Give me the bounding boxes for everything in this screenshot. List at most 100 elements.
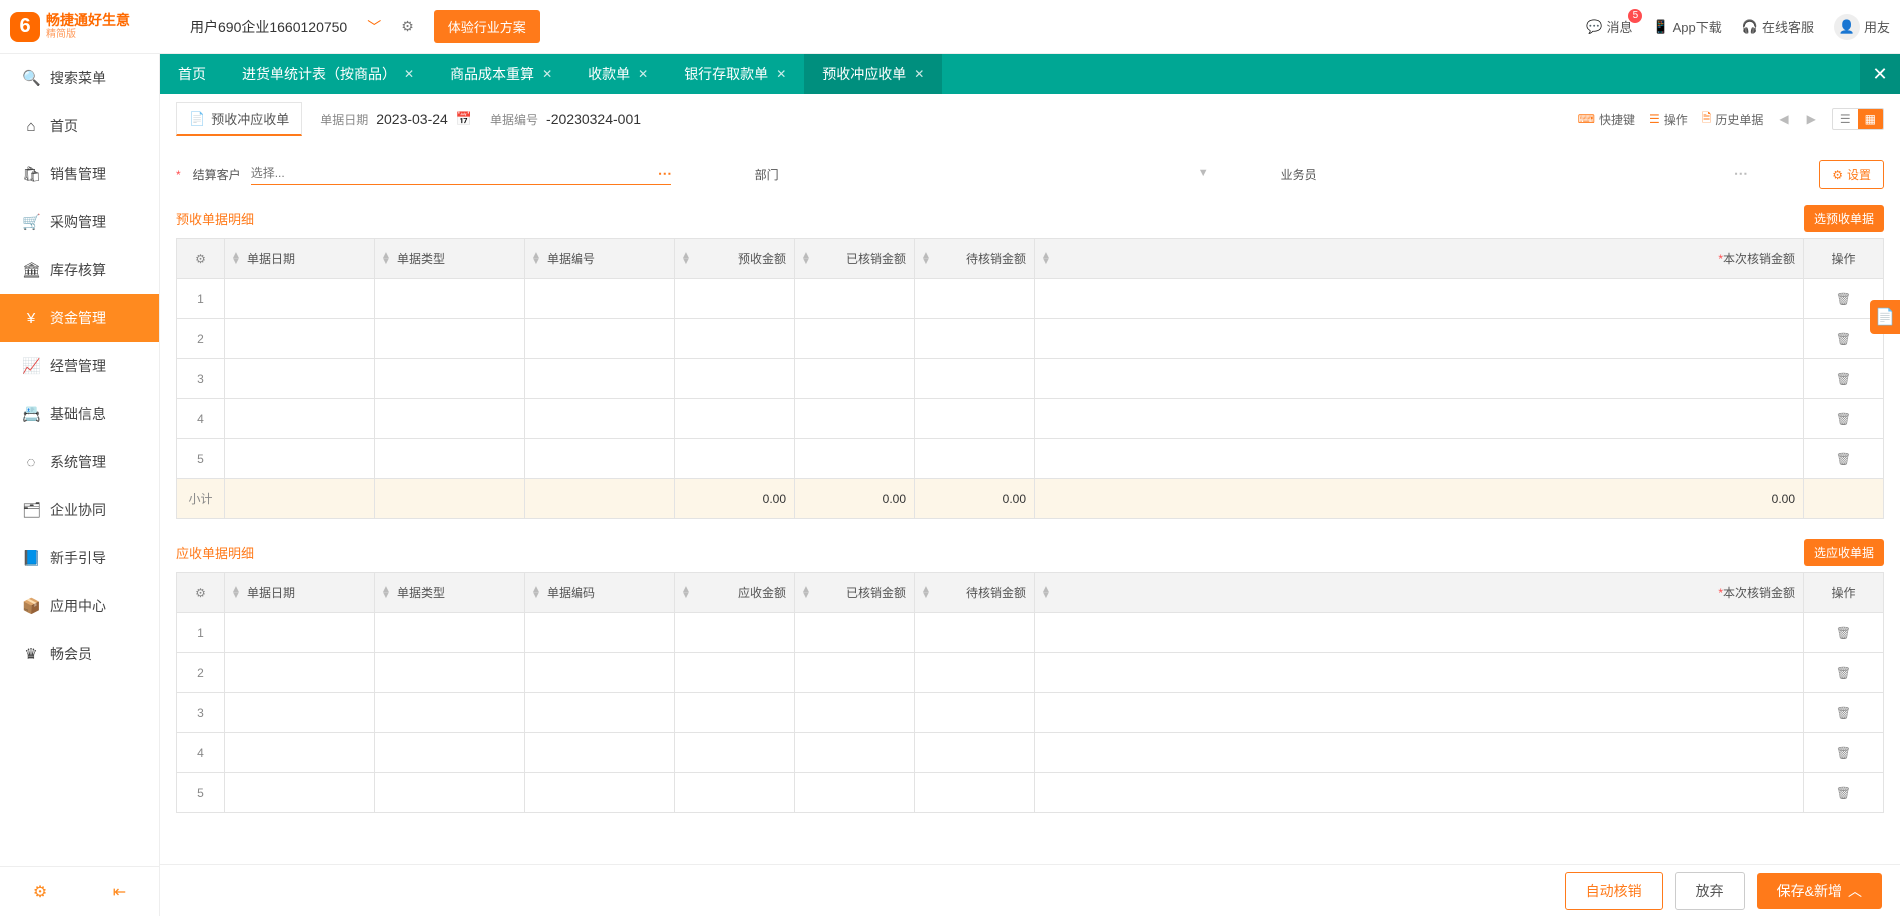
tab-3[interactable]: 收款单✕ [570, 54, 666, 94]
table-row[interactable]: 2🗑 [177, 653, 1884, 693]
tab-0[interactable]: 首页 [160, 54, 224, 94]
sidebar-item-4[interactable]: 🏛库存核算 [0, 246, 159, 294]
close-icon[interactable]: ✕ [638, 67, 648, 81]
table-row[interactable]: 2🗑 [177, 319, 1884, 359]
service-link[interactable]: 🎧 在线客服 [1742, 17, 1814, 36]
sort-icon[interactable]: ▲▼ [531, 587, 541, 599]
sales-input[interactable] [1327, 166, 1734, 181]
sidebar-item-2[interactable]: 🛍销售管理 [0, 150, 159, 198]
user-menu[interactable]: 👤 用友 [1834, 14, 1890, 40]
sidebar-item-7[interactable]: 📇基础信息 [0, 390, 159, 438]
view-list-icon[interactable]: ☰ [1833, 109, 1858, 129]
sort-icon[interactable]: ▲▼ [381, 587, 391, 599]
date-value[interactable]: 2023-03-24 [376, 111, 448, 127]
gear-icon[interactable]: ⚙ [401, 18, 414, 35]
sidebar-item-6[interactable]: 📈经营管理 [0, 342, 159, 390]
close-all-tabs[interactable]: ✕ [1860, 54, 1900, 94]
table-row[interactable]: 3🗑 [177, 359, 1884, 399]
delete-icon[interactable]: 🗑 [1836, 786, 1851, 800]
table-row[interactable]: 4🗑 [177, 733, 1884, 773]
table-row[interactable]: 1🗑 [177, 279, 1884, 319]
sidebar-item-0[interactable]: 🔍搜索菜单 [0, 54, 159, 102]
prev-doc-icon[interactable]: ◀ [1777, 112, 1790, 126]
sidebar-item-10[interactable]: 📘新手引导 [0, 534, 159, 582]
next-doc-icon[interactable]: ▶ [1805, 112, 1818, 126]
select-prepay-button[interactable]: 选预收单据 [1804, 205, 1884, 232]
delete-icon[interactable]: 🗑 [1836, 412, 1851, 426]
sidebar-label: 企业协同 [50, 500, 106, 520]
table-row[interactable]: 3🗑 [177, 693, 1884, 733]
sidebar-icon: ⌂ [22, 118, 40, 135]
view-form-icon[interactable]: ▦ [1858, 109, 1883, 129]
settings-button[interactable]: ⚙设置 [1819, 160, 1884, 189]
tab-4[interactable]: 银行存取款单✕ [666, 54, 804, 94]
operation-link[interactable]: ☰操作 [1649, 111, 1688, 128]
col-config-icon[interactable]: ⚙ [195, 586, 206, 600]
close-icon[interactable]: ✕ [914, 67, 924, 81]
close-icon[interactable]: ✕ [776, 67, 786, 81]
sort-icon[interactable]: ▲▼ [531, 253, 541, 265]
sidebar-item-1[interactable]: ⌂首页 [0, 102, 159, 150]
dept-input[interactable] [789, 166, 1198, 181]
history-link[interactable]: 🗎历史单据 [1702, 109, 1764, 130]
col-config-icon[interactable]: ⚙ [195, 252, 206, 266]
experience-button[interactable]: 体验行业方案 [434, 10, 540, 43]
delete-icon[interactable]: 🗑 [1836, 626, 1851, 640]
close-icon[interactable]: ✕ [542, 67, 552, 81]
sidebar-icon: 🗂 [22, 501, 40, 519]
sort-icon[interactable]: ▲▼ [801, 253, 811, 265]
save-new-button[interactable]: 保存&新增︿ [1757, 873, 1882, 909]
select-receivable-button[interactable]: 选应收单据 [1804, 539, 1884, 566]
customer-picker-icon[interactable]: ⋯ [658, 165, 671, 182]
right-float-tab[interactable]: 📄 [1870, 300, 1900, 334]
sidebar-item-11[interactable]: 📦应用中心 [0, 582, 159, 630]
tab-5[interactable]: 预收冲应收单✕ [804, 54, 942, 94]
sidebar-item-3[interactable]: 🛒采购管理 [0, 198, 159, 246]
customer-input[interactable] [251, 166, 658, 180]
sales-picker-icon[interactable]: ⋯ [1734, 165, 1747, 182]
dept-dropdown-icon[interactable]: ▼ [1198, 167, 1209, 179]
doc-tab[interactable]: 📄 预收冲应收单 [176, 102, 302, 136]
close-icon[interactable]: ✕ [404, 67, 414, 81]
dept-field: 部门 ▼ [731, 166, 1209, 184]
sort-icon[interactable]: ▲▼ [231, 587, 241, 599]
sort-icon[interactable]: ▲▼ [921, 253, 931, 265]
auto-verify-button[interactable]: 自动核销 [1565, 872, 1663, 910]
sort-icon[interactable]: ▲▼ [1041, 587, 1051, 599]
delete-icon[interactable]: 🗑 [1836, 372, 1851, 386]
sort-icon[interactable]: ▲▼ [681, 253, 691, 265]
message-link[interactable]: 💬 消息 5 [1586, 17, 1632, 36]
delete-icon[interactable]: 🗑 [1836, 666, 1851, 680]
sort-icon[interactable]: ▲▼ [231, 253, 241, 265]
sort-icon[interactable]: ▲▼ [681, 587, 691, 599]
delete-icon[interactable]: 🗑 [1836, 452, 1851, 466]
chevron-down-icon[interactable]: ﹀ [367, 17, 381, 37]
company-selector[interactable]: 用户690企业1660120750 [190, 17, 347, 37]
keyboard-icon: ⌨ [1578, 112, 1595, 126]
sort-icon[interactable]: ▲▼ [381, 253, 391, 265]
sort-icon[interactable]: ▲▼ [801, 587, 811, 599]
table-row[interactable]: 5🗑 [177, 773, 1884, 813]
delete-icon[interactable]: 🗑 [1836, 292, 1851, 306]
download-link[interactable]: 📱 App下载 [1652, 17, 1721, 36]
table-row[interactable]: 5🗑 [177, 439, 1884, 479]
table-row[interactable]: 4🗑 [177, 399, 1884, 439]
calendar-icon[interactable]: 📅 [456, 111, 472, 127]
sidebar-item-5[interactable]: ¥资金管理 [0, 294, 159, 342]
sort-icon[interactable]: ▲▼ [921, 587, 931, 599]
sort-icon[interactable]: ▲▼ [1041, 253, 1051, 265]
footer-gear-icon[interactable]: ⚙ [33, 882, 47, 902]
sidebar-item-9[interactable]: 🗂 企业协同 [0, 486, 159, 534]
delete-icon[interactable]: 🗑 [1836, 746, 1851, 760]
sidebar-item-12[interactable]: ♛畅会员 [0, 630, 159, 678]
delete-icon[interactable]: 🗑 [1836, 706, 1851, 720]
tab-1[interactable]: 进货单统计表（按商品）✕ [224, 54, 432, 94]
shortcut-link[interactable]: ⌨快捷键 [1578, 111, 1635, 128]
sidebar-item-8[interactable]: ◌系统管理 [0, 438, 159, 486]
delete-icon[interactable]: 🗑 [1836, 332, 1851, 346]
discard-button[interactable]: 放弃 [1675, 872, 1745, 910]
footer-collapse-icon[interactable]: ⇤ [113, 882, 126, 902]
download-icon: 📱 [1652, 19, 1668, 35]
table-row[interactable]: 1🗑 [177, 613, 1884, 653]
tab-2[interactable]: 商品成本重算✕ [432, 54, 570, 94]
